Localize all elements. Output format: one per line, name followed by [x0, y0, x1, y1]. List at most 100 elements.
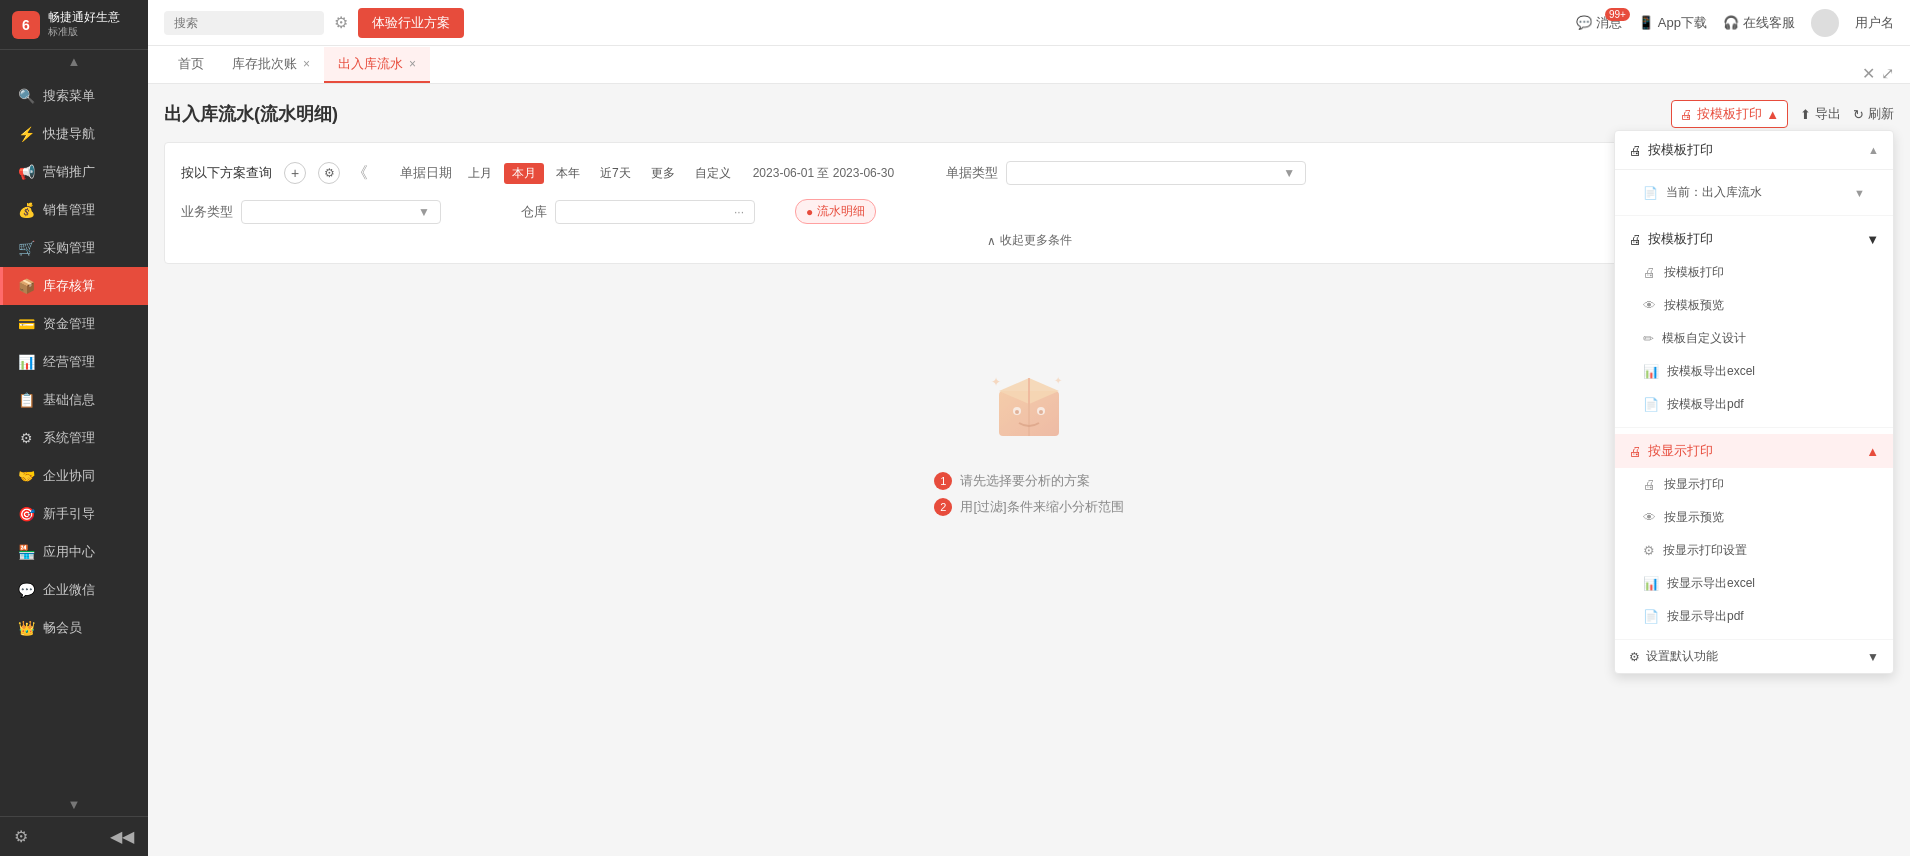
settings-icon[interactable]: ⚙: [14, 827, 28, 846]
step-num-1: 1: [934, 472, 952, 490]
sidebar-icon-appstore: 🏪: [17, 544, 35, 560]
sidebar-label-corp: 企业协同: [43, 467, 95, 485]
date-btn-7days[interactable]: 近7天: [592, 163, 639, 184]
biz-type-select[interactable]: ▼: [241, 200, 441, 224]
dropdown-footer[interactable]: ⚙ 设置默认功能 ▼: [1615, 640, 1893, 673]
dropdown-item-display-pdf[interactable]: 📄 按显示导出pdf: [1615, 600, 1893, 633]
item-preview-icon: 👁: [1643, 298, 1656, 313]
tab-batch-close[interactable]: ×: [303, 57, 310, 71]
filter-gear-button[interactable]: ⚙: [318, 162, 340, 184]
current-icon: 📄: [1643, 186, 1658, 200]
tab-flow[interactable]: 出入库流水 ×: [324, 47, 430, 83]
dropdown-template-header[interactable]: 🖨 按模板打印 ▼: [1615, 222, 1893, 256]
dropdown-item-template-preview[interactable]: 👁 按模板预览: [1615, 289, 1893, 322]
tab-home[interactable]: 首页: [164, 47, 218, 83]
doc-type-select[interactable]: ▼: [1006, 161, 1306, 185]
sidebar-label-search: 搜索菜单: [43, 87, 95, 105]
warehouse-label: 仓库: [521, 203, 547, 221]
sidebar-scroll-down[interactable]: ▼: [0, 793, 148, 816]
message-badge[interactable]: 💬 消息 99+: [1576, 14, 1622, 32]
dropdown-item-display-print[interactable]: 🖨 按显示打印: [1615, 468, 1893, 501]
filter-tag-shuimingxi[interactable]: ● 流水明细: [795, 199, 876, 224]
dropdown-item-display-excel[interactable]: 📊 按显示导出excel: [1615, 567, 1893, 600]
sidebar-item-system[interactable]: ⚙ 系统管理: [0, 419, 148, 457]
filter-label: 按以下方案查询: [181, 164, 272, 182]
empty-steps-list: 1 请先选择要分析的方案 2 用[过滤]条件来缩小分析范围: [934, 472, 1123, 524]
sidebar-item-guide[interactable]: 🎯 新手引导: [0, 495, 148, 533]
date-btn-more[interactable]: 更多: [643, 163, 683, 184]
export-button[interactable]: ⬆ 导出: [1800, 105, 1841, 123]
sidebar-item-search[interactable]: 🔍 搜索菜单: [0, 77, 148, 115]
item-disp-print-icon: 🖨: [1643, 477, 1656, 492]
sidebar-scroll-up[interactable]: ▲: [0, 50, 148, 73]
display-section-arrow: ▲: [1866, 444, 1879, 459]
dropdown-item-template-excel[interactable]: 📊 按模板导出excel: [1615, 355, 1893, 388]
template-print-button[interactable]: 🖨 按模板打印 ▲: [1671, 100, 1788, 128]
date-btn-this-year[interactable]: 本年: [548, 163, 588, 184]
close-all-icon[interactable]: ✕: [1862, 64, 1875, 83]
biz-type-filter: 业务类型 ▼: [181, 200, 441, 224]
tab-batch[interactable]: 库存批次账 ×: [218, 47, 324, 83]
dropdown-display-header[interactable]: 🖨 按显示打印 ▲: [1615, 434, 1893, 468]
topbar-right: 💬 消息 99+ 📱 App下载 🎧 在线客服 用户名: [1576, 9, 1894, 37]
template-section-label: 按模板打印: [1648, 230, 1713, 248]
dropdown-item-display-settings[interactable]: ⚙ 按显示打印设置: [1615, 534, 1893, 567]
tab-flow-close[interactable]: ×: [409, 57, 416, 71]
current-arrow: ▼: [1854, 187, 1865, 199]
sidebar-item-basic[interactable]: 📋 基础信息: [0, 381, 148, 419]
sidebar-item-vip[interactable]: 👑 畅会员: [0, 609, 148, 647]
refresh-button[interactable]: ↻ 刷新: [1853, 105, 1894, 123]
expand-tabs-icon[interactable]: ⤢: [1881, 64, 1894, 83]
dropdown-collapse-icon[interactable]: ▲: [1868, 144, 1879, 156]
item-disp-preview-icon: 👁: [1643, 510, 1656, 525]
search-input[interactable]: [164, 11, 324, 35]
collapse-sidebar-icon[interactable]: ◀◀: [110, 827, 134, 846]
item-disp-excel-icon: 📊: [1643, 576, 1659, 591]
filter-collapse-icon[interactable]: 《: [352, 163, 368, 184]
sidebar-icon-sales: 💰: [17, 202, 35, 218]
topbar-gear-icon[interactable]: ⚙: [334, 13, 348, 32]
sidebar-item-sales[interactable]: 💰 销售管理: [0, 191, 148, 229]
sidebar-item-operations[interactable]: 📊 经营管理: [0, 343, 148, 381]
sidebar-item-wechat[interactable]: 💬 企业微信: [0, 571, 148, 609]
online-service[interactable]: 🎧 在线客服: [1723, 14, 1795, 32]
filter-add-button[interactable]: +: [284, 162, 306, 184]
sidebar-item-finance[interactable]: 💳 资金管理: [0, 305, 148, 343]
warehouse-select[interactable]: ···: [555, 200, 755, 224]
sidebar-item-purchase[interactable]: 🛒 采购管理: [0, 229, 148, 267]
sidebar-item-shortcut[interactable]: ⚡ 快捷导航: [0, 115, 148, 153]
settings-default-icon: ⚙: [1629, 650, 1640, 664]
dropdown-item-template-design[interactable]: ✏ 模板自定义设计: [1615, 322, 1893, 355]
sidebar-label-inventory: 库存核算: [43, 277, 95, 295]
dropdown-current-section: 📄 当前：出入库流水 ▼: [1615, 170, 1893, 216]
sidebar: 6 畅捷通好生意 标准版 ▲ 🔍 搜索菜单 ⚡ 快捷导航 📢 营销推广 💰 销售…: [0, 0, 148, 856]
trial-button[interactable]: 体验行业方案: [358, 8, 464, 38]
svg-point-7: [1039, 410, 1043, 414]
page-header: 出入库流水(流水明细) 🖨 按模板打印 ▲ ⬆ 导出 ↻ 刷新: [164, 100, 1894, 128]
sidebar-item-appstore[interactable]: 🏪 应用中心: [0, 533, 148, 571]
svg-point-6: [1015, 410, 1019, 414]
item-disp-settings-icon: ⚙: [1643, 543, 1655, 558]
brand-name: 畅捷通好生意: [48, 10, 120, 26]
empty-step-2: 2 用[过滤]条件来缩小分析范围: [934, 498, 1123, 516]
dropdown-item-template-pdf[interactable]: 📄 按模板导出pdf: [1615, 388, 1893, 421]
dropdown-item-template-print[interactable]: 🖨 按模板打印: [1615, 256, 1893, 289]
username-label: 用户名: [1855, 14, 1894, 32]
date-btn-this-month[interactable]: 本月: [504, 163, 544, 184]
print-icon: 🖨: [1680, 107, 1693, 122]
sidebar-label-vip: 畅会员: [43, 619, 82, 637]
dropdown-current-item[interactable]: 📄 当前：出入库流水 ▼: [1615, 176, 1893, 209]
warehouse-filter: 仓库 ···: [521, 200, 755, 224]
date-btn-last-month[interactable]: 上月: [460, 163, 500, 184]
app-logo-icon: 6: [12, 11, 40, 39]
dropdown-item-display-preview[interactable]: 👁 按显示预览: [1615, 501, 1893, 534]
dropdown-title: 🖨 按模板打印: [1629, 141, 1713, 159]
app-download[interactable]: 📱 App下载: [1638, 14, 1707, 32]
page-actions: 🖨 按模板打印 ▲ ⬆ 导出 ↻ 刷新 🖨: [1671, 100, 1894, 128]
date-btn-custom[interactable]: 自定义: [687, 163, 739, 184]
sidebar-item-corp[interactable]: 🤝 企业协同: [0, 457, 148, 495]
sidebar-item-marketing[interactable]: 📢 营销推广: [0, 153, 148, 191]
sidebar-label-system: 系统管理: [43, 429, 95, 447]
user-avatar[interactable]: [1811, 9, 1839, 37]
sidebar-item-inventory[interactable]: 📦 库存核算: [0, 267, 148, 305]
